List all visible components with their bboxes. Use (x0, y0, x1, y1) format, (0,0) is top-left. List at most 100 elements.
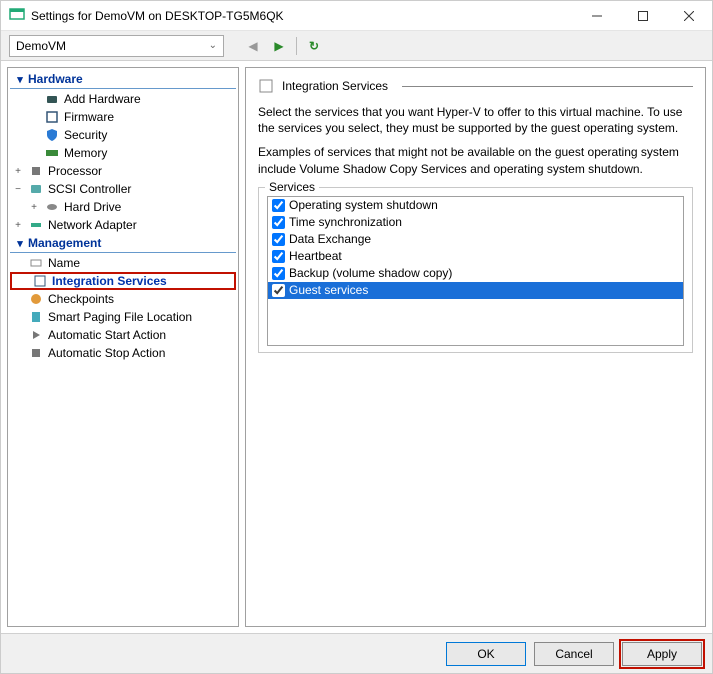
service-checkbox[interactable] (272, 199, 285, 212)
app-icon (9, 6, 25, 25)
tree-label: Add Hardware (64, 92, 141, 106)
tree-label: Security (64, 128, 107, 142)
toolbar: DemoVM ⌄ ◀ ▶ ↻ (1, 31, 712, 61)
section-management[interactable]: ▾ Management (10, 234, 236, 253)
tree-label: Processor (48, 164, 102, 178)
section-label: Management (28, 236, 101, 250)
nav-forward-icon[interactable]: ▶ (270, 37, 288, 55)
tree-item-checkpoints[interactable]: Checkpoints (8, 290, 238, 308)
tree-item-auto-stop[interactable]: Automatic Stop Action (8, 344, 238, 362)
section-label: Hardware (28, 72, 83, 86)
service-checkbox[interactable] (272, 233, 285, 246)
title-bar: Settings for DemoVM on DESKTOP-TG5M6QK (1, 1, 712, 31)
firmware-icon (44, 109, 60, 125)
ok-button[interactable]: OK (446, 642, 526, 666)
tree-label: Automatic Stop Action (48, 346, 165, 360)
expand-icon[interactable]: + (12, 166, 24, 177)
panel-description-2: Examples of services that might not be a… (258, 144, 693, 176)
tree-label: Hard Drive (64, 200, 121, 214)
stop-action-icon (28, 345, 44, 361)
services-icon (258, 78, 274, 94)
network-icon (28, 217, 44, 233)
minimize-button[interactable] (574, 1, 620, 31)
tree-item-security[interactable]: Security (8, 126, 238, 144)
apply-button[interactable]: Apply (622, 642, 702, 666)
paging-icon (28, 309, 44, 325)
shield-icon (44, 127, 60, 143)
add-hardware-icon (44, 91, 60, 107)
service-label: Time synchronization (289, 215, 402, 229)
tree-item-integration-services[interactable]: Integration Services (10, 272, 236, 290)
tree-item-memory[interactable]: Memory (8, 144, 238, 162)
maximize-button[interactable] (620, 1, 666, 31)
service-label: Backup (volume shadow copy) (289, 266, 452, 280)
refresh-icon[interactable]: ↻ (305, 37, 323, 55)
service-item[interactable]: Backup (volume shadow copy) (268, 265, 683, 282)
tree-item-hard-drive[interactable]: + Hard Drive (8, 198, 238, 216)
tree-label: SCSI Controller (48, 182, 131, 196)
cancel-button[interactable]: Cancel (534, 642, 614, 666)
processor-icon (28, 163, 44, 179)
service-item[interactable]: Data Exchange (268, 231, 683, 248)
collapse-icon[interactable]: − (12, 184, 24, 195)
expand-icon[interactable]: + (28, 202, 40, 213)
tree-label: Checkpoints (48, 292, 114, 306)
tree-label: Memory (64, 146, 107, 160)
tree-label: Automatic Start Action (48, 328, 166, 342)
service-item-selected[interactable]: Guest services (268, 282, 683, 299)
service-checkbox[interactable] (272, 284, 285, 297)
checkpoint-icon (28, 291, 44, 307)
services-list[interactable]: Operating system shutdown Time synchroni… (267, 196, 684, 346)
panel-title: Integration Services (282, 79, 388, 93)
tree-label: Integration Services (52, 274, 167, 288)
tree-item-processor[interactable]: + Processor (8, 162, 238, 180)
disk-icon (44, 199, 60, 215)
expand-icon[interactable]: + (12, 220, 24, 231)
tree-item-smart-paging[interactable]: Smart Paging File Location (8, 308, 238, 326)
section-hardware[interactable]: ▾ Hardware (10, 70, 236, 89)
button-label: Cancel (555, 647, 592, 661)
service-item[interactable]: Time synchronization (268, 214, 683, 231)
tree-item-add-hardware[interactable]: Add Hardware (8, 90, 238, 108)
service-item[interactable]: Operating system shutdown (268, 197, 683, 214)
service-checkbox[interactable] (272, 216, 285, 229)
scsi-icon (28, 181, 44, 197)
start-action-icon (28, 327, 44, 343)
service-checkbox[interactable] (272, 267, 285, 280)
tree-item-firmware[interactable]: Firmware (8, 108, 238, 126)
collapse-icon: ▾ (14, 73, 26, 86)
divider (402, 86, 693, 87)
tree-item-scsi[interactable]: − SCSI Controller (8, 180, 238, 198)
window-title: Settings for DemoVM on DESKTOP-TG5M6QK (31, 9, 284, 23)
service-label: Data Exchange (289, 232, 371, 246)
details-panel: Integration Services Select the services… (245, 67, 706, 627)
service-checkbox[interactable] (272, 250, 285, 263)
tree-label: Name (48, 256, 80, 270)
service-item[interactable]: Heartbeat (268, 248, 683, 265)
service-label: Heartbeat (289, 249, 342, 263)
nav-back-icon[interactable]: ◀ (244, 37, 262, 55)
button-label: OK (477, 647, 494, 661)
separator (296, 37, 297, 55)
dialog-footer: OK Cancel Apply (1, 633, 712, 673)
tree-label: Firmware (64, 110, 114, 124)
group-legend: Services (265, 180, 319, 194)
service-label: Operating system shutdown (289, 198, 438, 212)
settings-tree[interactable]: ▾ Hardware Add Hardware Firmware Securit… (7, 67, 239, 627)
tree-label: Network Adapter (48, 218, 137, 232)
collapse-icon: ▾ (14, 237, 26, 250)
panel-description: Select the services that you want Hyper-… (258, 104, 693, 136)
vm-selector-label: DemoVM (16, 39, 66, 53)
memory-icon (44, 145, 60, 161)
services-group: Services Operating system shutdown Time … (258, 187, 693, 353)
services-icon (32, 273, 48, 289)
name-icon (28, 255, 44, 271)
chevron-down-icon: ⌄ (209, 40, 217, 51)
button-label: Apply (647, 647, 677, 661)
tree-label: Smart Paging File Location (48, 310, 192, 324)
tree-item-network[interactable]: + Network Adapter (8, 216, 238, 234)
tree-item-name[interactable]: Name (8, 254, 238, 272)
close-button[interactable] (666, 1, 712, 31)
vm-selector[interactable]: DemoVM ⌄ (9, 35, 224, 57)
tree-item-auto-start[interactable]: Automatic Start Action (8, 326, 238, 344)
